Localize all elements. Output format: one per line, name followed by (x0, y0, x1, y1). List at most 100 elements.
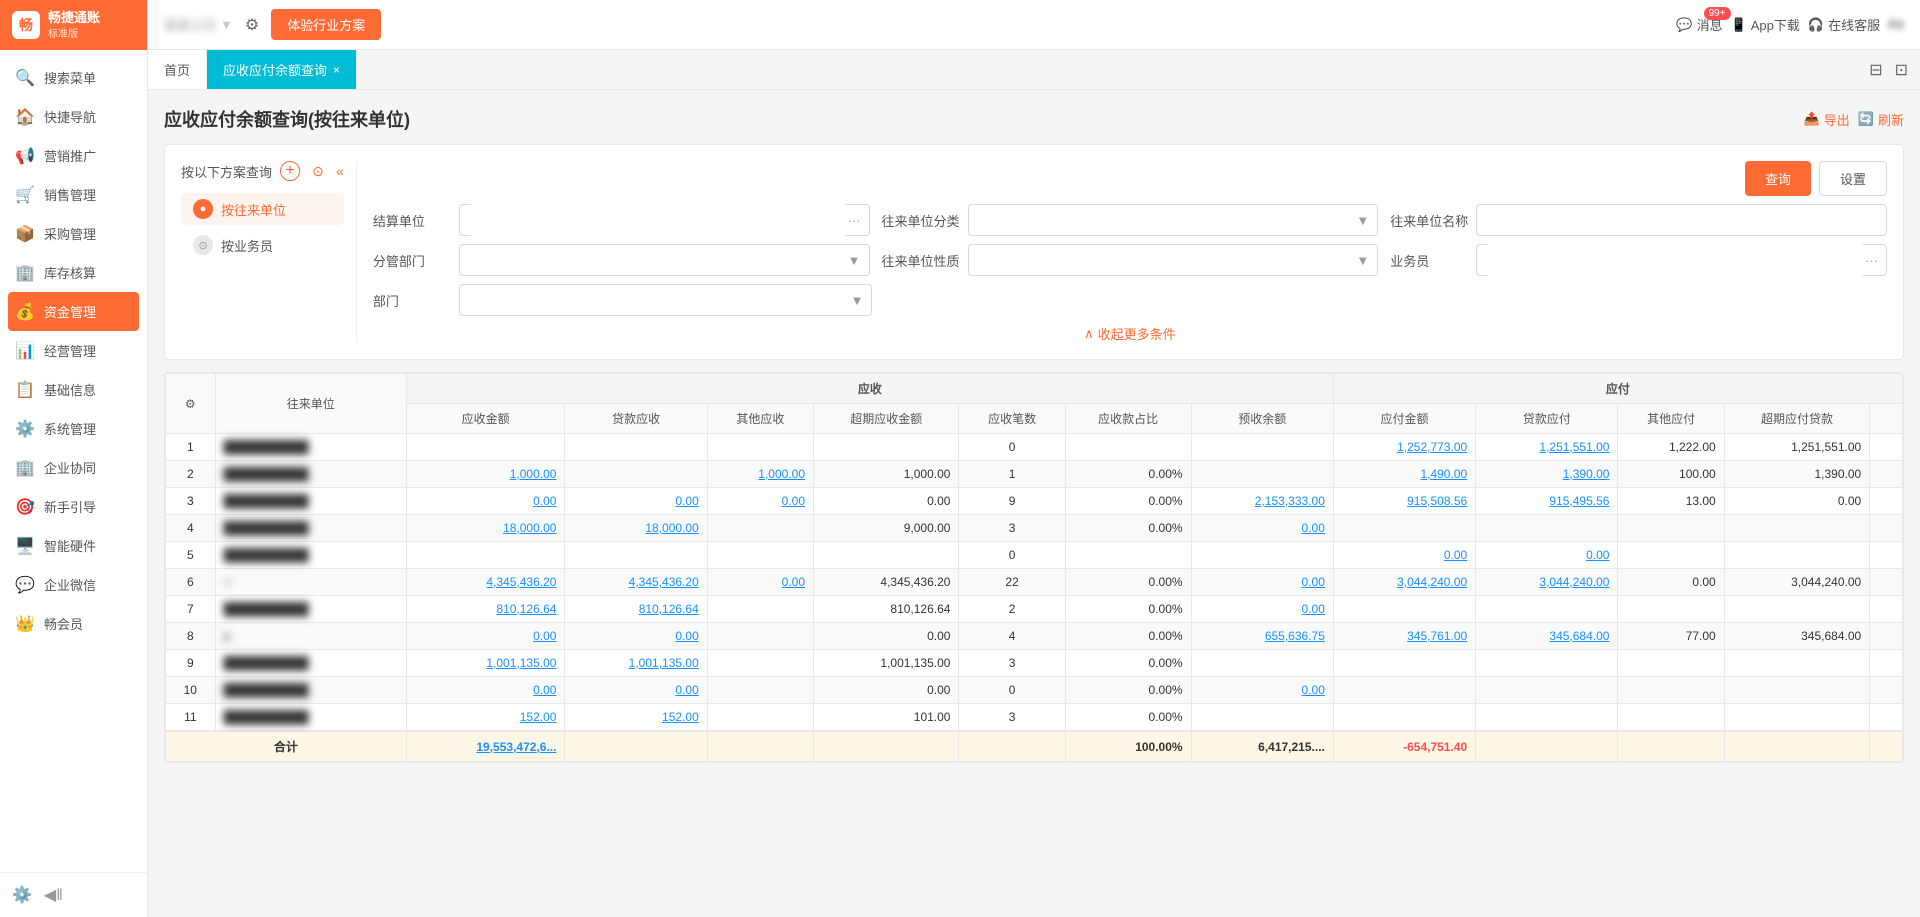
ar-loan-cell[interactable]: 0.00 (565, 488, 707, 515)
collapse-button[interactable]: ∧ 收起更多条件 (1084, 324, 1176, 343)
tab-maximize-icon[interactable]: ⊡ (1895, 60, 1908, 80)
unit-name-input[interactable] (1476, 204, 1887, 236)
ap-other-cell: 1,222.00 (1618, 434, 1724, 461)
filter-header: 按以下方案查询 + ⊙ « (181, 161, 344, 181)
scheme-by-unit[interactable]: ● 按往来单位 (181, 193, 344, 225)
ap-loan-cell[interactable]: 1,251,551.00 (1476, 434, 1618, 461)
ap-amount-cell[interactable]: 1,252,773.00 (1333, 434, 1475, 461)
ar-amount-cell[interactable]: 152.00 (406, 704, 565, 732)
sidebar-item-operations[interactable]: 📊 经营管理 (0, 331, 147, 370)
ar-amount-cell[interactable]: 810,126.64 (406, 596, 565, 623)
ar-other-cell[interactable]: 0.00 (707, 488, 813, 515)
ap-loan-cell[interactable]: 915,495.56 (1476, 488, 1618, 515)
sidebar-item-search[interactable]: 🔍 搜索菜单 (0, 58, 147, 97)
sidebar-item-member[interactable]: 👑 畅会员 (0, 604, 147, 643)
ar-prepay-cell[interactable]: 0.00 (1191, 596, 1333, 623)
collapse-sidebar-icon[interactable]: ◀‖ (44, 885, 63, 905)
sidebar-item-marketing[interactable]: 📢 营销推广 (0, 136, 147, 175)
filter-row-1: 结算单位 ··· 往来单位分类 ▼ 往来单位 (373, 204, 1887, 236)
partner-cell: ██████████ (215, 650, 406, 677)
ap-amount-cell[interactable]: 915,508.56 (1333, 488, 1475, 515)
scheme-by-staff[interactable]: ⊙ 按业务员 (181, 229, 344, 261)
sidebar-item-enterprise[interactable]: 🏢 企业协同 (0, 448, 147, 487)
sidebar-item-inventory[interactable]: 🏢 库存核算 (0, 253, 147, 292)
footer-ar-amount[interactable]: 19,553,472,6... (406, 731, 565, 762)
table-row: 11██████████152.00152.00101.0030.00% (166, 704, 1903, 732)
salesman-input[interactable] (1485, 244, 1865, 276)
messages-button[interactable]: 💬 消息 99+ (1676, 15, 1722, 34)
unit-name-label: 往来单位名称 (1390, 211, 1470, 230)
ar-overdue-cell: 1,001,135.00 (814, 650, 959, 677)
tab-close-icon[interactable]: × (333, 63, 340, 77)
ap-loan-cell[interactable]: 0.00 (1476, 542, 1618, 569)
sidebar-item-sales[interactable]: 🛒 销售管理 (0, 175, 147, 214)
add-scheme-button[interactable]: + (280, 161, 300, 181)
ap-loan-cell[interactable]: 3,044,240.00 (1476, 569, 1618, 596)
sidebar-item-basic-info[interactable]: 📋 基础信息 (0, 370, 147, 409)
settlement-unit-dots[interactable]: ··· (848, 213, 861, 228)
ar-loan-cell[interactable]: 4,345,436.20 (565, 569, 707, 596)
sidebar-item-purchase[interactable]: 📦 采购管理 (0, 214, 147, 253)
tab-ar-ap[interactable]: 应收应付余额查询 × (207, 50, 357, 89)
scheme-collapse-button[interactable]: « (336, 163, 344, 179)
ar-amount-cell[interactable]: 1,001,135.00 (406, 650, 565, 677)
row-number: 7 (166, 596, 216, 623)
sidebar-item-wechat[interactable]: 💬 企业微信 (0, 565, 147, 604)
export-button[interactable]: 📤 导出 (1804, 110, 1850, 129)
refresh-button[interactable]: 🔄 刷新 (1858, 110, 1904, 129)
ar-loan-cell[interactable]: 0.00 (565, 623, 707, 650)
ap-scroll-cell (1870, 542, 1903, 569)
ar-other-cell (707, 434, 813, 461)
partner-cell: ██████████ (215, 461, 406, 488)
ap-amount-cell[interactable]: 3,044,240.00 (1333, 569, 1475, 596)
ar-other-cell[interactable]: 0.00 (707, 569, 813, 596)
sidebar-item-system[interactable]: ⚙️ 系统管理 (0, 409, 147, 448)
ar-other-cell[interactable]: 1,000.00 (707, 461, 813, 488)
row-number: 2 (166, 461, 216, 488)
ar-amount-cell[interactable]: 18,000.00 (406, 515, 565, 542)
ap-amount-cell[interactable]: 345,761.00 (1333, 623, 1475, 650)
ap-amount-cell[interactable]: 0.00 (1333, 542, 1475, 569)
settlement-unit-input[interactable] (468, 204, 848, 236)
ar-amount-cell[interactable]: 0.00 (406, 677, 565, 704)
user-name[interactable]: Rit (1888, 17, 1904, 32)
online-service-button[interactable]: 🎧 在线客服 (1808, 15, 1880, 34)
scheme-settings-button[interactable]: ⊙ (308, 161, 328, 181)
salesman-dots[interactable]: ··· (1865, 253, 1878, 268)
ar-loan-cell[interactable]: 152.00 (565, 704, 707, 732)
tab-minimize-icon[interactable]: ⊟ (1869, 60, 1882, 80)
ar-amount-cell[interactable]: 1,000.00 (406, 461, 565, 488)
unit-nature-select[interactable]: ▼ (968, 244, 1379, 276)
header-gear-icon[interactable]: ⚙ (245, 15, 259, 35)
dept-select[interactable]: ▼ (459, 284, 873, 316)
ar-loan-cell[interactable]: 810,126.64 (565, 596, 707, 623)
settings-footer-icon[interactable]: ⚙️ (12, 885, 32, 905)
unit-category-select[interactable]: ▼ (968, 204, 1379, 236)
ar-loan-cell[interactable]: 18,000.00 (565, 515, 707, 542)
app-download-button[interactable]: 📱 App下载 (1731, 15, 1800, 34)
table-settings-header[interactable]: ⚙ (166, 374, 216, 434)
ar-prepay-cell[interactable]: 0.00 (1191, 569, 1333, 596)
ar-amount-cell[interactable]: 4,345,436.20 (406, 569, 565, 596)
ar-loan-cell[interactable]: 0.00 (565, 677, 707, 704)
department-select[interactable]: ▼ (459, 244, 870, 276)
ap-amount-cell[interactable]: 1,490.00 (1333, 461, 1475, 488)
sidebar-item-hardware[interactable]: 🖥️ 智能硬件 (0, 526, 147, 565)
sidebar-item-finance[interactable]: 💰 资金管理 (8, 292, 139, 331)
settings-button[interactable]: 设置 (1819, 161, 1887, 196)
sidebar-item-quick-nav[interactable]: 🏠 快捷导航 (0, 97, 147, 136)
sidebar-item-guide[interactable]: 🎯 新手引导 (0, 487, 147, 526)
tab-home[interactable]: 首页 (148, 50, 207, 89)
ap-loan-cell[interactable]: 1,390.00 (1476, 461, 1618, 488)
promote-button[interactable]: 体验行业方案 (271, 9, 381, 40)
ar-amount-cell[interactable]: 0.00 (406, 623, 565, 650)
ar-prepay-cell[interactable]: 2,153,333.00 (1191, 488, 1333, 515)
ar-prepay-cell[interactable]: 0.00 (1191, 677, 1333, 704)
ar-loan-cell[interactable]: 1,001,135.00 (565, 650, 707, 677)
ar-amount-cell[interactable]: 0.00 (406, 488, 565, 515)
ar-prepay-cell[interactable]: 655,636.75 (1191, 623, 1333, 650)
ar-prepay-cell[interactable]: 0.00 (1191, 515, 1333, 542)
ap-loan-cell[interactable]: 345,684.00 (1476, 623, 1618, 650)
table-footer: 合计 19,553,472,6... 100.00% 6,417,215....… (166, 731, 1903, 762)
query-button[interactable]: 查询 (1745, 161, 1811, 196)
